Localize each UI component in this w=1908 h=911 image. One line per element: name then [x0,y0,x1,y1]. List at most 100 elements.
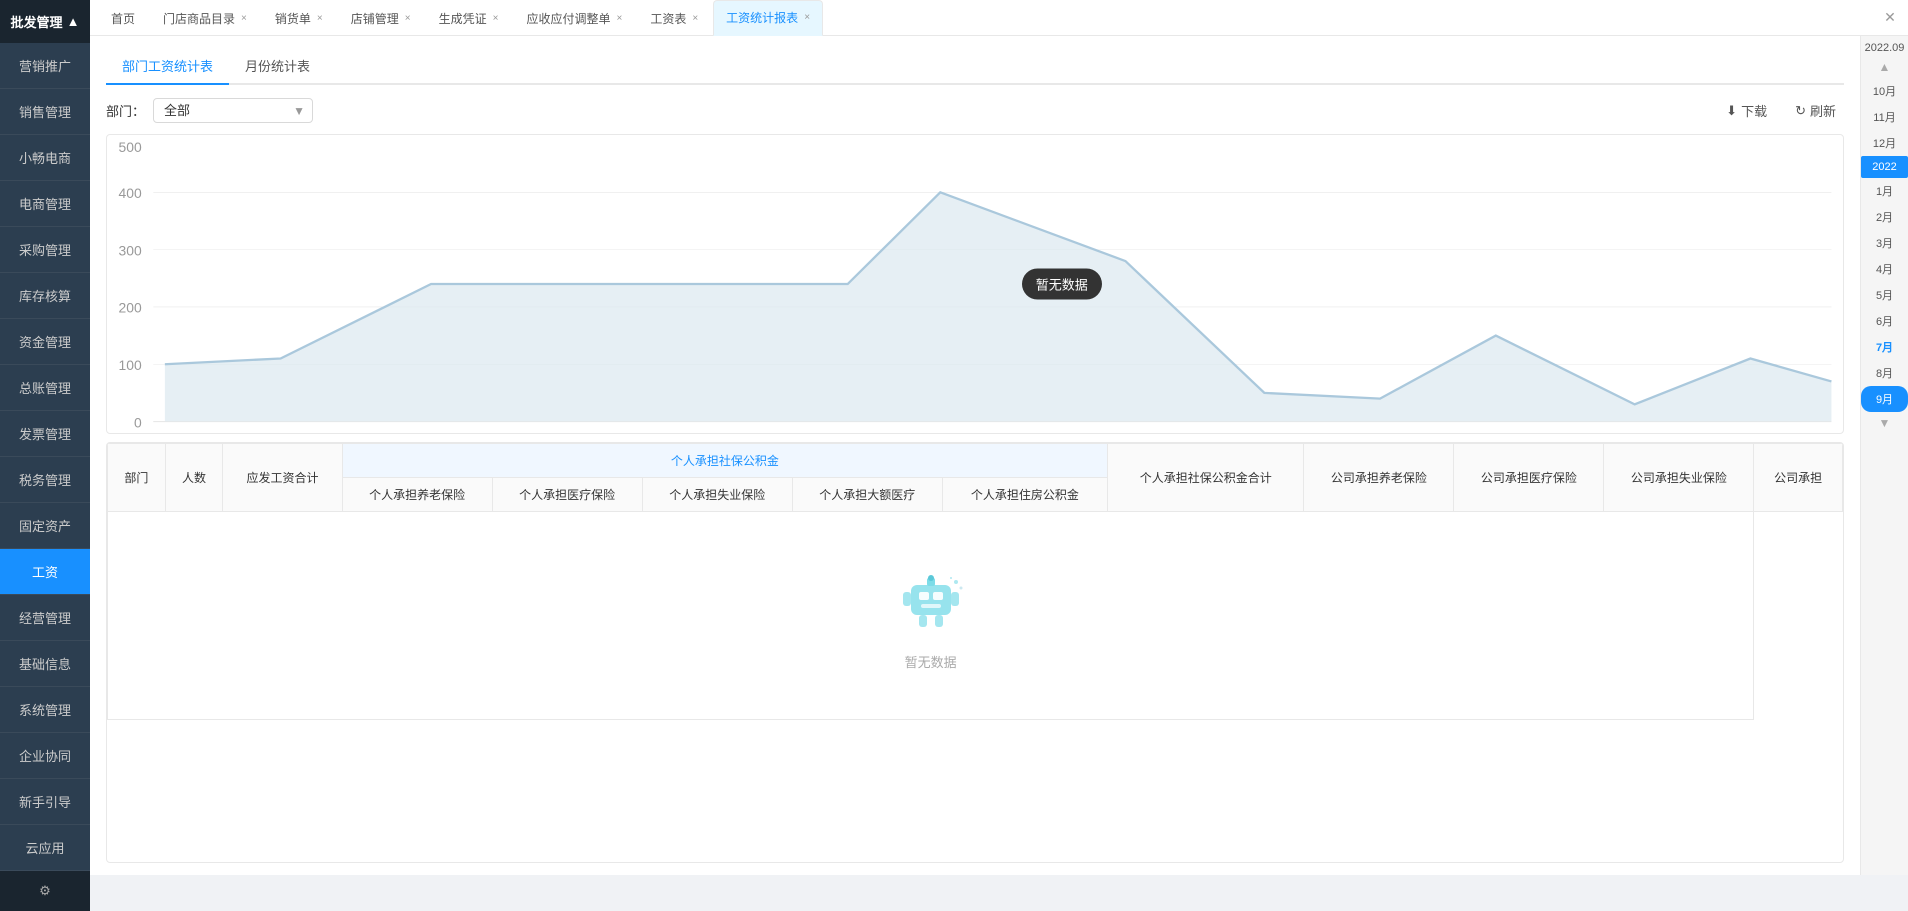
tab-店铺管理[interactable]: 店铺管理 × [338,0,424,36]
sidebar-items: 营销推广销售管理小畅电商电商管理采购管理库存核算资金管理总账管理发票管理税务管理… [0,43,90,871]
tab-label: 店铺管理 [351,10,399,27]
tab-label: 工资表 [650,10,686,27]
tab-close-icon[interactable]: × [692,13,698,24]
sidebar-item-工资[interactable]: 工资 [0,549,90,595]
sidebar-item-发票管理[interactable]: 发票管理 [0,411,90,457]
sub-tab-月份统计表[interactable]: 月份统计表 [229,48,326,85]
month-item-3月[interactable]: 3月 [1861,230,1908,256]
close-all-button[interactable]: ✕ [1880,8,1900,28]
tab-close-icon[interactable]: × [616,13,622,24]
tab-门店商品目录[interactable]: 门店商品目录 × [150,0,260,36]
sidebar-item-总账管理[interactable]: 总账管理 [0,365,90,411]
tab-label: 门店商品目录 [163,10,235,27]
month-item-12月[interactable]: 12月 [1861,130,1908,156]
download-icon: ⬇ [1726,103,1737,119]
dept-select[interactable]: 全部销售部技术部财务部 [153,98,313,123]
sidebar-item-基础信息[interactable]: 基础信息 [0,641,90,687]
sub-tabs: 部门工资统计表月份统计表 [106,48,1844,85]
sidebar-item-税务管理[interactable]: 税务管理 [0,457,90,503]
th-personal-large-medical: 个人承担大额医疗 [792,478,942,512]
right-date-sidebar: 2022.09 ▲ 10月11月12月20221月2月3月4月5月6月7月8月9… [1860,36,1908,875]
tab-bar: 首页门店商品目录×销货单×店铺管理×生成凭证×应收应付调整单×工资表×工资统计报… [90,0,1908,36]
month-item-2022[interactable]: 2022 [1861,156,1908,178]
sidebar-expand-icon: ▲ [67,14,80,29]
sidebar-footer-settings[interactable]: ⚙ [0,871,90,911]
tab-label: 首页 [111,10,135,27]
page-area: 部门工资统计表月份统计表 部门： 全部销售部技术部财务部 ▼ ⬇ 下载 [90,36,1860,875]
toolbar: 部门： 全部销售部技术部财务部 ▼ ⬇ 下载 ↻ 刷新 [106,97,1844,124]
tab-工资表[interactable]: 工资表 × [637,0,711,36]
tab-应收应付调整单[interactable]: 应收应付调整单× [513,0,635,36]
current-date-display[interactable]: 2022.09 [1863,36,1907,56]
toolbar-right: ⬇ 下载 ↻ 刷新 [1718,97,1844,124]
tab-close-icon[interactable]: × [405,13,411,24]
month-item-11月[interactable]: 11月 [1861,104,1908,130]
th-personal-social-total: 个人承担社保公积金合计 [1108,444,1304,512]
month-item-1月[interactable]: 1月 [1861,178,1908,204]
th-personal-social-insurance-group: 个人承担社保公积金 [342,444,1107,478]
month-item-6月[interactable]: 6月 [1861,308,1908,334]
tab-生成凭证[interactable]: 生成凭证 × [426,0,512,36]
month-item-2月[interactable]: 2月 [1861,204,1908,230]
th-total-salary: 应发工资合计 [223,444,342,512]
month-item-9月[interactable]: 9月 [1861,386,1908,412]
sidebar-item-营销推广[interactable]: 营销推广 [0,43,90,89]
month-item-5月[interactable]: 5月 [1861,282,1908,308]
sub-tab-部门工资统计表[interactable]: 部门工资统计表 [106,48,229,85]
tab-close-icon[interactable]: × [804,12,810,23]
month-list: 10月11月12月20221月2月3月4月5月6月7月8月9月 [1861,78,1908,412]
sidebar-item-新手引导[interactable]: 新手引导 [0,779,90,825]
sidebar-item-销售管理[interactable]: 销售管理 [0,89,90,135]
sidebar-item-资金管理[interactable]: 资金管理 [0,319,90,365]
empty-text: 暂无数据 [905,652,957,671]
th-company-other: 公司承担 [1754,444,1843,512]
tab-close-icon[interactable]: × [317,13,323,24]
table-wrap[interactable]: 部门 人数 应发工资合计 个人承担社保公积金 个人承担社保公积金合计 公司承担养… [106,442,1844,863]
sidebar-item-电商管理[interactable]: 电商管理 [0,181,90,227]
sidebar-item-系统管理[interactable]: 系统管理 [0,687,90,733]
download-button[interactable]: ⬇ 下载 [1718,97,1775,124]
month-item-10月[interactable]: 10月 [1861,78,1908,104]
empty-robot-icon [891,560,971,640]
toolbar-left: 部门： 全部销售部技术部财务部 ▼ [106,98,313,123]
svg-text:500: 500 [119,139,142,155]
settings-icon: ⚙ [39,883,51,898]
date-up-button[interactable]: ▲ [1871,56,1899,78]
th-count: 人数 [165,444,223,512]
sidebar-item-经营管理[interactable]: 经营管理 [0,595,90,641]
tab-close-icon[interactable]: × [241,13,247,24]
table-empty-row: 暂无数据 [108,512,1843,720]
month-item-7月[interactable]: 7月 [1861,334,1908,360]
tab-label: 生成凭证 [439,10,487,27]
th-company-unemployment: 公司承担失业保险 [1604,444,1754,512]
th-company-medical: 公司承担医疗保险 [1454,444,1604,512]
month-item-8月[interactable]: 8月 [1861,360,1908,386]
tab-销货单[interactable]: 销货单 × [262,0,336,36]
tab-items: 首页门店商品目录×销货单×店铺管理×生成凭证×应收应付调整单×工资表×工资统计报… [98,0,823,36]
svg-text:0: 0 [134,414,142,430]
month-item-4月[interactable]: 4月 [1861,256,1908,282]
tab-bar-right: ✕ [1880,8,1900,28]
tab-label: 销货单 [275,10,311,27]
tab-首页[interactable]: 首页 [98,0,148,36]
chart-area: 0 100 200 300 400 500 暂无数据 [106,134,1844,434]
sidebar-header[interactable]: 批发管理 ▲ [0,0,90,43]
date-down-button[interactable]: ▼ [1871,412,1899,434]
sidebar-item-库存核算[interactable]: 库存核算 [0,273,90,319]
refresh-button[interactable]: ↻ 刷新 [1787,97,1844,124]
date-navigation: 2022.09 ▲ 10月11月12月20221月2月3月4月5月6月7月8月9… [1861,36,1908,434]
sidebar-item-固定资产[interactable]: 固定资产 [0,503,90,549]
tab-close-icon[interactable]: × [493,13,499,24]
empty-state: 暂无数据 [118,520,1743,711]
dept-label: 部门： [106,101,145,120]
th-personal-unemployment: 个人承担失业保险 [642,478,792,512]
th-personal-pension: 个人承担养老保险 [342,478,492,512]
tab-工资统计报表[interactable]: 工资统计报表× [713,0,823,36]
sidebar-item-采购管理[interactable]: 采购管理 [0,227,90,273]
th-personal-housing: 个人承担住房公积金 [942,478,1107,512]
svg-text:100: 100 [119,357,142,373]
sidebar-item-小畅电商[interactable]: 小畅电商 [0,135,90,181]
th-personal-medical: 个人承担医疗保险 [492,478,642,512]
sidebar-item-云应用[interactable]: 云应用 [0,825,90,871]
sidebar-item-企业协同[interactable]: 企业协同 [0,733,90,779]
